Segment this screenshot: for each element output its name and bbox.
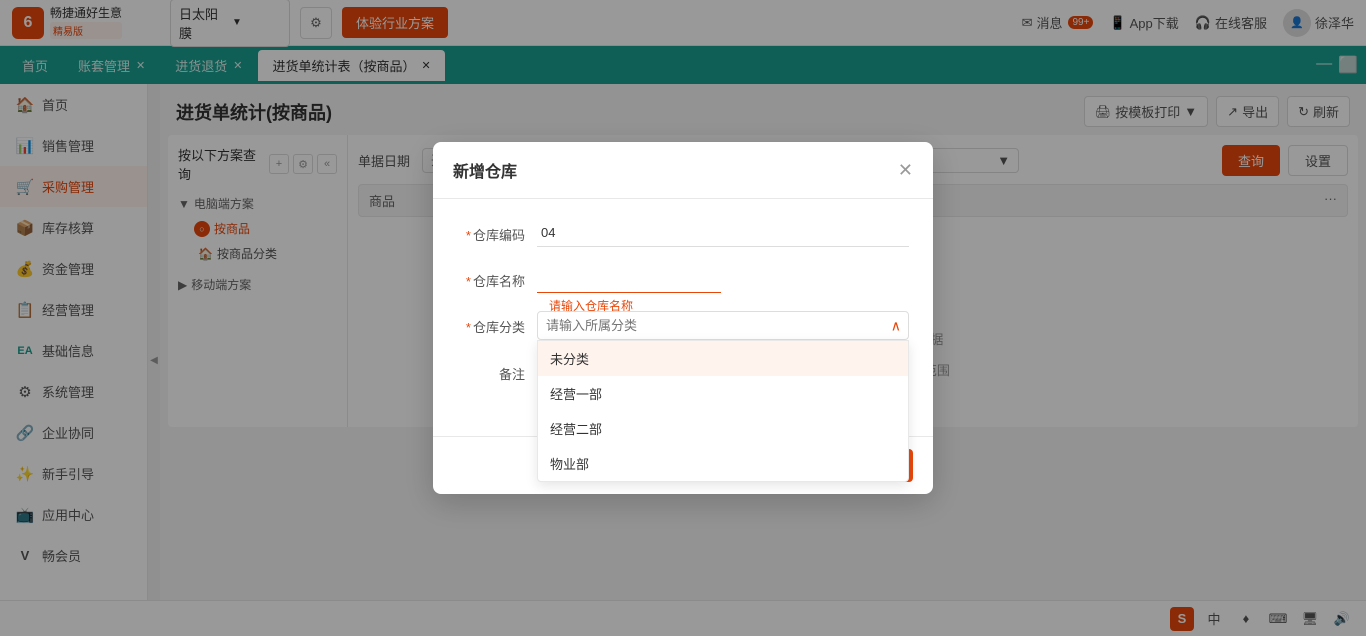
new-warehouse-modal: 新增仓库 ✕ 仓库编码 仓库名称 请输入仓库名称 仓库分类 <box>433 142 933 494</box>
category-input[interactable] <box>537 311 909 340</box>
code-label: 仓库编码 <box>457 219 537 244</box>
name-input[interactable] <box>537 265 721 293</box>
dropdown-item-operations2[interactable]: 经营二部 <box>538 411 908 446</box>
dropdown-item-property[interactable]: 物业部 <box>538 446 908 481</box>
name-inner: 仓库名称 <box>457 265 721 293</box>
category-select-wrapper: ∧ 未分类 经营一部 经营二部 物业部 <box>537 311 909 340</box>
dropdown-item-operations1[interactable]: 经营一部 <box>538 376 908 411</box>
dropdown-item-unclassified[interactable]: 未分类 <box>538 341 908 376</box>
name-row: 仓库名称 请输入仓库名称 <box>457 265 909 293</box>
remark-label: 备注 <box>457 358 537 383</box>
name-label: 仓库名称 <box>457 265 537 290</box>
code-row: 仓库编码 <box>457 219 909 247</box>
modal-overlay: 新增仓库 ✕ 仓库编码 仓库名称 请输入仓库名称 仓库分类 <box>0 0 1366 636</box>
category-row: 仓库分类 ∧ 未分类 经营一部 经营二部 物业部 <box>457 311 909 340</box>
code-input[interactable] <box>537 219 909 247</box>
modal-header: 新增仓库 ✕ <box>433 142 933 199</box>
modal-close-button[interactable]: ✕ <box>898 160 913 181</box>
category-label: 仓库分类 <box>457 311 537 336</box>
modal-body: 仓库编码 仓库名称 请输入仓库名称 仓库分类 ∧ 未分类 <box>433 199 933 436</box>
category-dropdown: 未分类 经营一部 经营二部 物业部 <box>537 340 909 482</box>
modal-title: 新增仓库 <box>453 158 898 182</box>
category-chevron-icon[interactable]: ∧ <box>891 317 901 334</box>
